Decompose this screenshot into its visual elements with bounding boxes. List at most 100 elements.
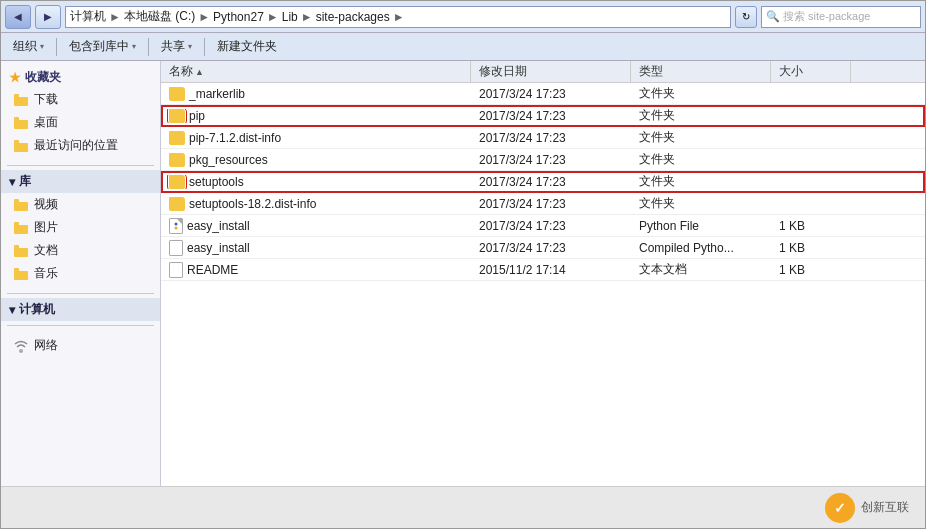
watermark-icon-symbol: ✓ xyxy=(834,500,846,516)
share-label: 共享 xyxy=(161,38,185,55)
back-button[interactable]: ◀ xyxy=(5,5,31,29)
downloads-icon xyxy=(13,92,29,108)
toolbar-separator-1 xyxy=(56,38,57,56)
address-path[interactable]: 计算机 ► 本地磁盘 (C:) ► Python27 ► Lib ► site-… xyxy=(65,6,731,28)
col-header-name[interactable]: 名称 ▲ xyxy=(161,61,471,82)
table-row[interactable]: pkg_resources 2017/3/24 17:23 文件夹 xyxy=(161,149,925,171)
svg-rect-6 xyxy=(14,202,28,211)
network-icon xyxy=(13,338,29,354)
file-rows-container: _markerlib 2017/3/24 17:23 文件夹 pip 2017/… xyxy=(161,83,925,281)
col-header-type[interactable]: 类型 xyxy=(631,61,771,82)
search-box[interactable]: 🔍 搜索 site-package xyxy=(761,6,921,28)
documents-icon xyxy=(13,243,29,259)
new-folder-label: 新建文件夹 xyxy=(217,38,277,55)
file-date-cell: 2017/3/24 17:23 xyxy=(471,241,631,255)
table-row[interactable]: setuptools 2017/3/24 17:23 文件夹 xyxy=(161,171,925,193)
organize-button[interactable]: 组织 ▾ xyxy=(7,36,50,57)
star-icon: ★ xyxy=(9,70,21,85)
table-row[interactable]: easy_install 2017/3/24 17:23 Python File… xyxy=(161,215,925,237)
col-size-label: 大小 xyxy=(779,63,803,80)
folder-icon xyxy=(169,87,185,101)
path-sep-5: ► xyxy=(393,10,405,24)
include-library-chevron: ▾ xyxy=(132,42,136,51)
favorites-label: 收藏夹 xyxy=(25,69,61,86)
search-placeholder: 搜索 site-package xyxy=(783,9,870,24)
file-type-cell: 文件夹 xyxy=(631,85,771,102)
col-header-date[interactable]: 修改日期 xyxy=(471,61,631,82)
file-date-cell: 2015/11/2 17:14 xyxy=(471,263,631,277)
toolbar: 组织 ▾ 包含到库中 ▾ 共享 ▾ 新建文件夹 xyxy=(1,33,925,61)
include-library-button[interactable]: 包含到库中 ▾ xyxy=(63,36,142,57)
desktop-label: 桌面 xyxy=(34,114,58,131)
sidebar: ★ 收藏夹 下载 桌面 xyxy=(1,61,161,486)
table-row[interactable]: setuptools-18.2.dist-info 2017/3/24 17:2… xyxy=(161,193,925,215)
sidebar-item-pictures[interactable]: 图片 xyxy=(1,216,160,239)
new-folder-button[interactable]: 新建文件夹 xyxy=(211,36,283,57)
content-area: ★ 收藏夹 下载 桌面 xyxy=(1,61,925,486)
col-header-size[interactable]: 大小 xyxy=(771,61,851,82)
music-icon xyxy=(13,266,29,282)
favorites-header: ★ 收藏夹 xyxy=(1,65,160,88)
file-name: easy_install xyxy=(187,241,250,255)
file-name-cell: easy_install xyxy=(161,240,471,256)
sidebar-item-desktop[interactable]: 桌面 xyxy=(1,111,160,134)
share-button[interactable]: 共享 ▾ xyxy=(155,36,198,57)
svg-point-16 xyxy=(175,226,178,229)
file-size-cell: 1 KB xyxy=(771,241,851,255)
table-row[interactable]: README 2015/11/2 17:14 文本文档 1 KB xyxy=(161,259,925,281)
watermark-icon: ✓ xyxy=(825,493,855,523)
table-row[interactable]: pip 2017/3/24 17:23 文件夹 xyxy=(161,105,925,127)
svg-rect-3 xyxy=(14,117,19,121)
pictures-label: 图片 xyxy=(34,219,58,236)
table-row[interactable]: _markerlib 2017/3/24 17:23 文件夹 xyxy=(161,83,925,105)
watermark-logo: ✓ 创新互联 xyxy=(825,493,909,523)
sidebar-item-downloads[interactable]: 下载 xyxy=(1,88,160,111)
sidebar-item-network[interactable]: 网络 xyxy=(1,334,160,357)
watermark-text: 创新互联 xyxy=(861,499,909,516)
file-type-cell: 文件夹 xyxy=(631,129,771,146)
python-file-icon xyxy=(169,218,183,234)
svg-rect-7 xyxy=(14,199,19,203)
file-name-cell: pip xyxy=(161,109,471,123)
sidebar-item-recent[interactable]: 最近访问的位置 xyxy=(1,134,160,157)
video-label: 视频 xyxy=(34,196,58,213)
col-name-sort-icon: ▲ xyxy=(195,67,204,77)
file-name-cell: README xyxy=(161,262,471,278)
table-row[interactable]: easy_install 2017/3/24 17:23 Compiled Py… xyxy=(161,237,925,259)
folder-highlighted-icon xyxy=(169,175,185,189)
sidebar-divider-3 xyxy=(7,325,154,326)
file-type-cell: Compiled Pytho... xyxy=(631,241,771,255)
organize-label: 组织 xyxy=(13,38,37,55)
svg-rect-4 xyxy=(14,143,28,152)
organize-chevron: ▾ xyxy=(40,42,44,51)
file-name-cell: pip-7.1.2.dist-info xyxy=(161,131,471,145)
folder-highlighted-icon xyxy=(169,109,185,123)
compiled-file-icon xyxy=(169,240,183,256)
table-row[interactable]: pip-7.1.2.dist-info 2017/3/24 17:23 文件夹 xyxy=(161,127,925,149)
file-date-cell: 2017/3/24 17:23 xyxy=(471,109,631,123)
sidebar-item-video[interactable]: 视频 xyxy=(1,193,160,216)
svg-rect-0 xyxy=(14,97,28,106)
file-type-cell: 文件夹 xyxy=(631,107,771,124)
computer-header[interactable]: ▾ 计算机 xyxy=(1,298,160,321)
sidebar-item-documents[interactable]: 文档 xyxy=(1,239,160,262)
file-size-cell: 1 KB xyxy=(771,219,851,233)
path-sep-1: ► xyxy=(109,10,121,24)
sidebar-item-music[interactable]: 音乐 xyxy=(1,262,160,285)
column-headers: 名称 ▲ 修改日期 类型 大小 xyxy=(161,61,925,83)
file-name-cell: pkg_resources xyxy=(161,153,471,167)
svg-rect-11 xyxy=(14,245,19,249)
file-name: pkg_resources xyxy=(189,153,268,167)
network-label: 网络 xyxy=(34,337,58,354)
file-name-cell: setuptools xyxy=(161,175,471,189)
refresh-button[interactable]: ↻ xyxy=(735,6,757,28)
toolbar-separator-2 xyxy=(148,38,149,56)
folder-icon xyxy=(169,197,185,211)
library-header[interactable]: ▾ 库 xyxy=(1,170,160,193)
file-type-cell: 文件夹 xyxy=(631,195,771,212)
file-name: setuptools xyxy=(189,175,244,189)
forward-button[interactable]: ▶ xyxy=(35,5,61,29)
file-date-cell: 2017/3/24 17:23 xyxy=(471,197,631,211)
file-date-cell: 2017/3/24 17:23 xyxy=(471,87,631,101)
toolbar-separator-3 xyxy=(204,38,205,56)
